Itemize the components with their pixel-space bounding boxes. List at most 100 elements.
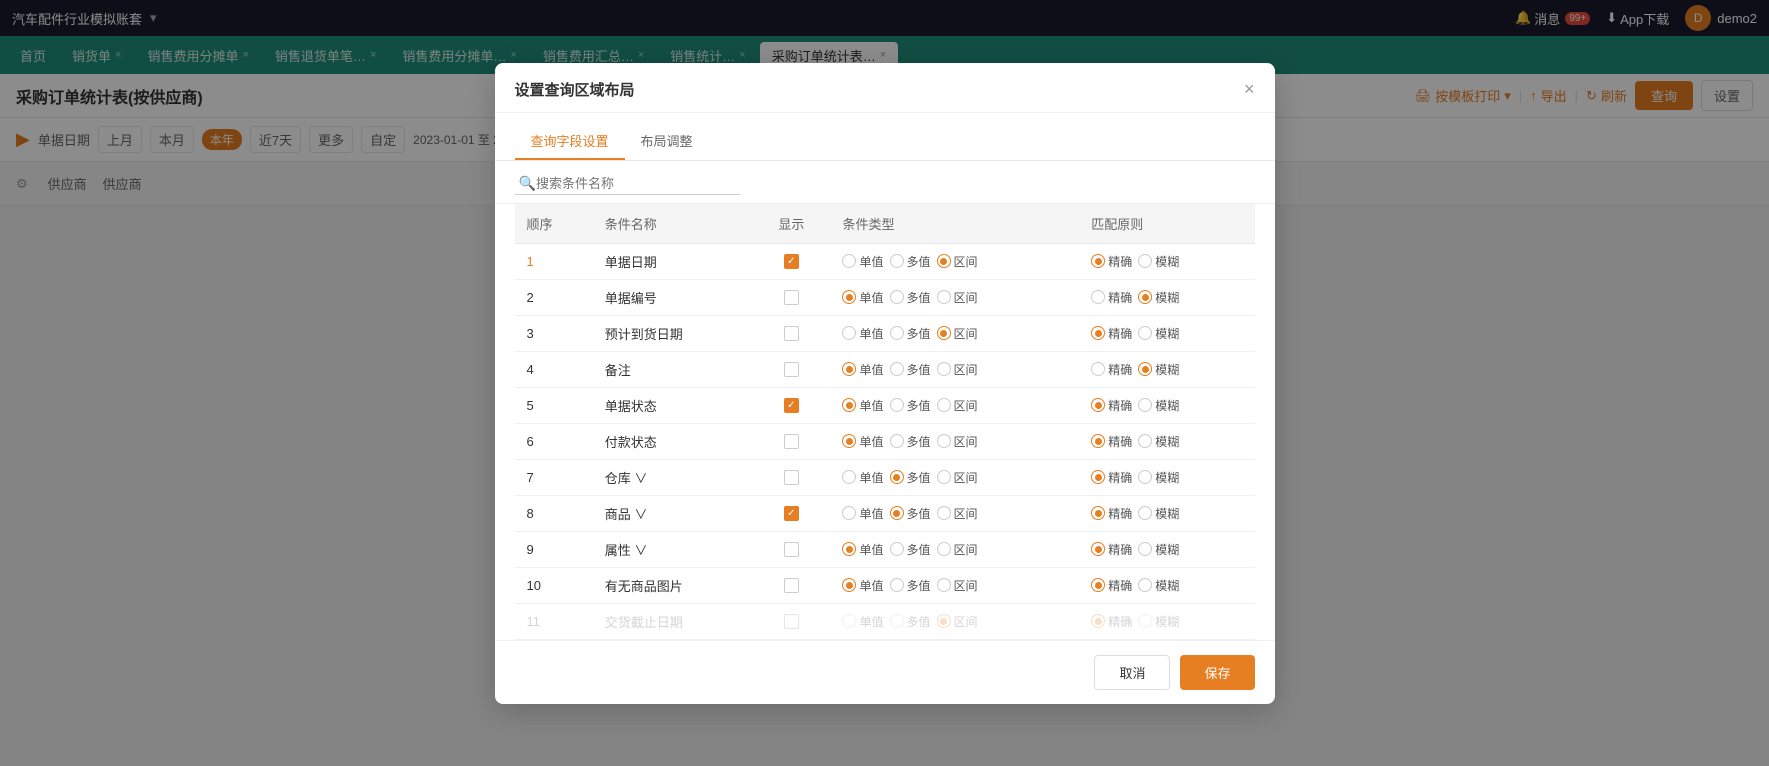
type-radio-wrap[interactable]: 单值 [842, 505, 883, 522]
match-精确-radio[interactable] [1091, 398, 1105, 412]
show-checkbox[interactable] [784, 614, 799, 629]
match-radio-wrap[interactable]: 模糊 [1138, 397, 1179, 414]
row-show[interactable] [752, 531, 830, 567]
match-radio-wrap[interactable]: 精确 [1091, 253, 1132, 270]
type-radio-wrap[interactable]: 区间 [937, 325, 978, 342]
type-radio-wrap[interactable]: 单值 [842, 361, 883, 378]
match-模糊-radio[interactable] [1138, 254, 1152, 268]
type-radio-wrap[interactable]: 单值 [842, 577, 883, 594]
match-模糊-radio[interactable] [1138, 470, 1152, 484]
match-模糊-radio[interactable] [1138, 542, 1152, 556]
match-精确-radio[interactable] [1091, 434, 1105, 448]
type-多值-radio[interactable] [890, 434, 904, 448]
match-radio-wrap[interactable]: 精确 [1091, 397, 1132, 414]
type-多值-radio[interactable] [890, 254, 904, 268]
tab-fields[interactable]: 查询字段设置 [515, 123, 625, 160]
match-精确-radio[interactable] [1091, 542, 1105, 556]
type-区间-radio[interactable] [937, 434, 951, 448]
match-精确-radio[interactable] [1091, 362, 1105, 376]
show-checkbox[interactable] [784, 506, 799, 521]
type-radio-wrap[interactable]: 多值 [890, 433, 931, 450]
type-radio-wrap[interactable]: 区间 [937, 469, 978, 486]
show-checkbox[interactable] [784, 470, 799, 485]
type-区间-radio[interactable] [937, 506, 951, 520]
match-radio-wrap[interactable]: 精确 [1091, 541, 1132, 558]
row-show[interactable] [752, 603, 830, 639]
type-单值-radio[interactable] [842, 290, 856, 304]
type-radio-wrap[interactable]: 多值 [890, 253, 931, 270]
row-show[interactable] [752, 567, 830, 603]
match-精确-radio[interactable] [1091, 254, 1105, 268]
match-radio-wrap[interactable]: 模糊 [1138, 361, 1179, 378]
type-radio-wrap[interactable]: 单值 [842, 289, 883, 306]
type-radio-wrap[interactable]: 多值 [890, 577, 931, 594]
match-精确-radio[interactable] [1091, 470, 1105, 484]
type-单值-radio[interactable] [842, 542, 856, 556]
row-show[interactable] [752, 495, 830, 531]
row-show[interactable] [752, 315, 830, 351]
type-radio-wrap[interactable]: 单值 [842, 325, 883, 342]
type-多值-radio[interactable] [890, 362, 904, 376]
type-多值-radio[interactable] [890, 506, 904, 520]
row-show[interactable] [752, 279, 830, 315]
tab-layout[interactable]: 布局调整 [625, 123, 709, 160]
type-radio-wrap[interactable]: 单值 [842, 397, 883, 414]
type-区间-radio[interactable] [937, 290, 951, 304]
match-模糊-radio[interactable] [1138, 290, 1152, 304]
type-单值-radio[interactable] [842, 326, 856, 340]
match-exact-radio[interactable] [1091, 614, 1105, 628]
match-模糊-radio[interactable] [1138, 434, 1152, 448]
match-radio-wrap[interactable]: 精确 [1091, 505, 1132, 522]
match-radio-wrap[interactable]: 模糊 [1138, 469, 1179, 486]
cancel-button[interactable]: 取消 [1094, 655, 1170, 690]
type-radio-wrap[interactable]: 多值 [890, 469, 931, 486]
match-radio-wrap[interactable]: 模糊 [1138, 541, 1179, 558]
type-radio-wrap[interactable]: 区间 [937, 289, 978, 306]
type-radio-wrap[interactable]: 多值 [890, 289, 931, 306]
type-radio-wrap[interactable]: 单值 [842, 541, 883, 558]
match-模糊-radio[interactable] [1138, 362, 1152, 376]
match-radio-wrap[interactable]: 精确 [1091, 361, 1132, 378]
match-精确-radio[interactable] [1091, 326, 1105, 340]
type-radio-wrap[interactable]: 区间 [937, 505, 978, 522]
type-radio-wrap[interactable]: 多值 [890, 541, 931, 558]
show-checkbox[interactable] [784, 290, 799, 305]
match-精确-radio[interactable] [1091, 290, 1105, 304]
type-radio-wrap[interactable]: 多值 [890, 397, 931, 414]
match-radio-wrap[interactable]: 精确 [1091, 433, 1132, 450]
match-radio-wrap[interactable]: 精确 [1091, 469, 1132, 486]
match-radio-wrap[interactable]: 模糊 [1138, 325, 1179, 342]
type-range-radio[interactable] [937, 614, 951, 628]
type-radio-wrap[interactable]: 多值 [890, 325, 931, 342]
type-多值-radio[interactable] [890, 578, 904, 592]
type-多值-radio[interactable] [890, 398, 904, 412]
match-radio-wrap[interactable]: 精确 [1091, 289, 1132, 306]
type-multi-radio[interactable] [890, 614, 904, 628]
match-radio-wrap[interactable]: 模糊 [1138, 433, 1179, 450]
row-show[interactable] [752, 351, 830, 387]
type-radio-wrap[interactable]: 多值 [890, 505, 931, 522]
match-radio-wrap[interactable]: 精确 [1091, 325, 1132, 342]
type-radio-wrap[interactable]: 区间 [937, 433, 978, 450]
show-checkbox[interactable] [784, 542, 799, 557]
type-单值-radio[interactable] [842, 578, 856, 592]
type-radio-wrap[interactable]: 单值 [842, 253, 883, 270]
row-show[interactable] [752, 459, 830, 495]
match-radio-wrap[interactable]: 模糊 [1138, 289, 1179, 306]
type-多值-radio[interactable] [890, 470, 904, 484]
show-checkbox[interactable] [784, 362, 799, 377]
type-radio-wrap[interactable]: 区间 [937, 397, 978, 414]
save-button[interactable]: 保存 [1180, 655, 1254, 690]
show-checkbox[interactable] [784, 254, 799, 269]
type-区间-radio[interactable] [937, 470, 951, 484]
match-radio-wrap[interactable]: 精确 [1091, 577, 1132, 594]
match-radio-wrap[interactable]: 模糊 [1138, 577, 1179, 594]
type-多值-radio[interactable] [890, 290, 904, 304]
match-模糊-radio[interactable] [1138, 326, 1152, 340]
type-单值-radio[interactable] [842, 254, 856, 268]
match-模糊-radio[interactable] [1138, 398, 1152, 412]
type-单值-radio[interactable] [842, 398, 856, 412]
type-区间-radio[interactable] [937, 326, 951, 340]
type-多值-radio[interactable] [890, 326, 904, 340]
row-show[interactable] [752, 387, 830, 423]
